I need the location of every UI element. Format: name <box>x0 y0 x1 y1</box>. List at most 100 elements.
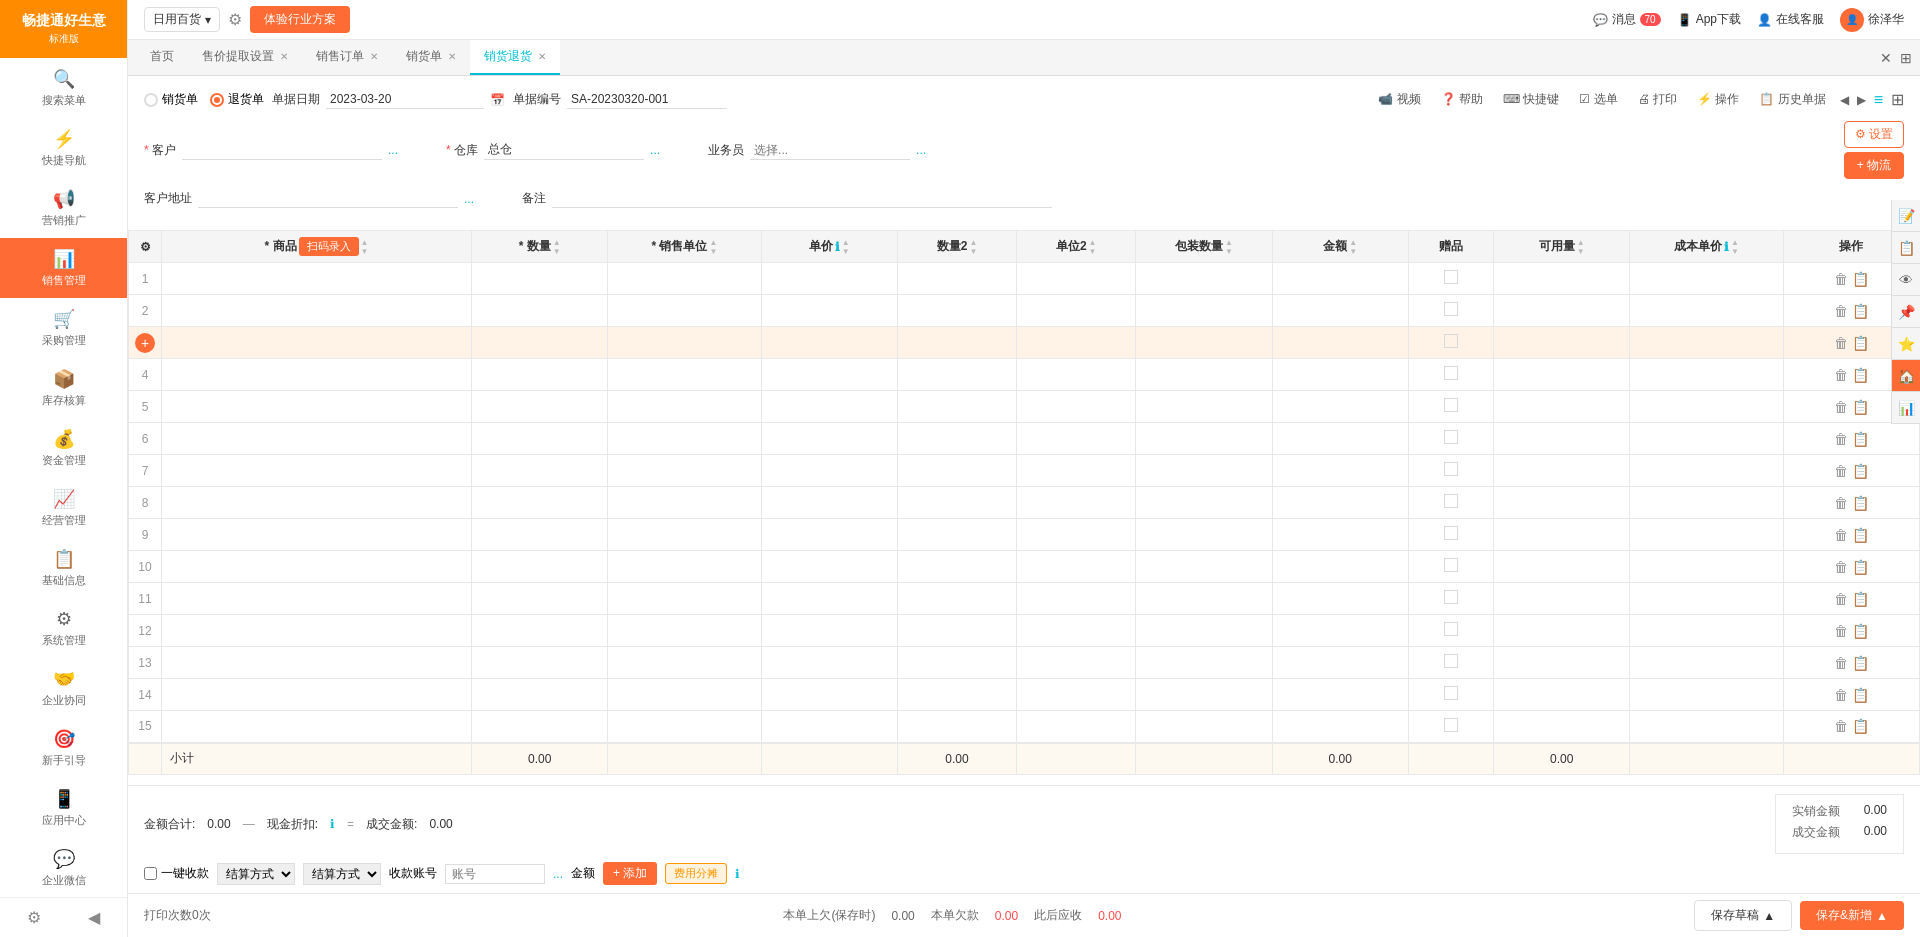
cell-quantity-9[interactable] <box>472 519 608 551</box>
cell-amount-14[interactable] <box>1272 679 1408 711</box>
sidebar-item-finance[interactable]: 💰资金管理 <box>0 418 127 478</box>
one-click-payment-checkbox[interactable] <box>144 867 157 880</box>
sidebar-collapse-icon[interactable]: ◀ <box>88 908 100 927</box>
cell-unit-price-14[interactable] <box>761 679 897 711</box>
cell-cost-price-14[interactable] <box>1630 679 1783 711</box>
cell-product[interactable] <box>162 519 472 551</box>
cell-sales-unit-1[interactable] <box>608 263 761 295</box>
cell-amount-13[interactable] <box>1272 647 1408 679</box>
cell-pack-qty-6[interactable] <box>1136 423 1272 455</box>
sidebar-item-shortcut[interactable]: ⚡快捷导航 <box>0 118 127 178</box>
cell-unit-price-7[interactable] <box>761 455 897 487</box>
cell-quantity-6[interactable] <box>472 423 608 455</box>
gift-checkbox-11[interactable] <box>1444 590 1458 604</box>
cell-unit2-12[interactable] <box>1017 615 1136 647</box>
cell-quantity-5[interactable] <box>472 391 608 423</box>
remarks-input[interactable] <box>552 189 1052 208</box>
cell-pack-qty-9[interactable] <box>1136 519 1272 551</box>
cell-cost-price-4[interactable] <box>1630 359 1783 391</box>
tab-price-settings[interactable]: 售价提取设置✕ <box>188 40 302 75</box>
tab-close-icon[interactable]: ✕ <box>1880 50 1892 66</box>
gift-checkbox-12[interactable] <box>1444 622 1458 636</box>
cell-unit2-9[interactable] <box>1017 519 1136 551</box>
cell-unit-price-8[interactable] <box>761 487 897 519</box>
cell-unit2-14[interactable] <box>1017 679 1136 711</box>
available-sort-icon[interactable]: ▲▼ <box>1577 238 1585 256</box>
cell-quantity-4[interactable] <box>472 359 608 391</box>
cell-amount-12[interactable] <box>1272 615 1408 647</box>
cell-unit-price-9[interactable] <box>761 519 897 551</box>
cell-product[interactable] <box>162 711 472 743</box>
cell-unit2-5[interactable] <box>1017 391 1136 423</box>
copy-icon-14[interactable]: 📋 <box>1852 687 1869 703</box>
cell-quantity2-4[interactable] <box>897 359 1016 391</box>
cell-quantity2-2[interactable] <box>897 295 1016 327</box>
fee-info-icon[interactable]: ℹ <box>735 867 740 881</box>
fr-btn-1[interactable]: 📝 <box>1892 200 1920 232</box>
delete-icon-3[interactable]: 🗑 <box>1834 335 1848 351</box>
industry-select[interactable]: 日用百货 ▾ <box>144 7 220 32</box>
delete-icon-1[interactable]: 🗑 <box>1834 271 1848 287</box>
cell-sales-unit-10[interactable] <box>608 551 761 583</box>
cell-available-14[interactable] <box>1494 679 1630 711</box>
copy-icon-2[interactable]: 📋 <box>1852 303 1869 319</box>
cell-unit2-8[interactable] <box>1017 487 1136 519</box>
quantity-sort-icon[interactable]: ▲▼ <box>553 238 561 256</box>
save-draft-btn[interactable]: 保存草稿 ▲ <box>1694 900 1792 931</box>
gift-checkbox-10[interactable] <box>1444 558 1458 572</box>
cell-unit-price-5[interactable] <box>761 391 897 423</box>
cell-cost-price-2[interactable] <box>1630 295 1783 327</box>
salesperson-select-icon[interactable]: ... <box>916 143 926 157</box>
copy-icon-1[interactable]: 📋 <box>1852 271 1869 287</box>
cell-sales-unit-13[interactable] <box>608 647 761 679</box>
next-record-icon[interactable]: ▶ <box>1857 93 1866 107</box>
copy-icon-9[interactable]: 📋 <box>1852 527 1869 543</box>
cell-amount-9[interactable] <box>1272 519 1408 551</box>
cell-amount-10[interactable] <box>1272 551 1408 583</box>
cell-product[interactable] <box>162 679 472 711</box>
pack-qty-sort-icon[interactable]: ▲▼ <box>1225 238 1233 256</box>
cell-sales-unit-5[interactable] <box>608 391 761 423</box>
cell-quantity2-9[interactable] <box>897 519 1016 551</box>
cell-product[interactable] <box>162 487 472 519</box>
cell-product[interactable] <box>162 423 472 455</box>
customer-select-icon[interactable]: ... <box>388 143 398 157</box>
logistics-btn[interactable]: + 物流 <box>1844 152 1904 179</box>
sidebar-item-guide[interactable]: 🎯新手引导 <box>0 718 127 778</box>
copy-icon-5[interactable]: 📋 <box>1852 399 1869 415</box>
app-download-btn[interactable]: 📱 App下载 <box>1677 11 1741 28</box>
address-input[interactable] <box>198 189 458 208</box>
settings-side-btn[interactable]: ⚙ 设置 <box>1844 121 1904 148</box>
tab-close-price-settings[interactable]: ✕ <box>280 51 288 62</box>
copy-icon-3[interactable]: 📋 <box>1852 335 1869 351</box>
radio-sales-return[interactable]: 退货单 <box>210 91 264 108</box>
cell-sales-unit-11[interactable] <box>608 583 761 615</box>
sidebar-item-appstore[interactable]: 📱应用中心 <box>0 778 127 838</box>
tab-layout-icon[interactable]: ⊞ <box>1900 50 1912 66</box>
fr-btn-6[interactable]: 🏠 <box>1892 360 1920 392</box>
operation-btn[interactable]: ⚡ 操作 <box>1691 88 1745 111</box>
cell-available-15[interactable] <box>1494 711 1630 743</box>
cell-available-5[interactable] <box>1494 391 1630 423</box>
cell-quantity2-15[interactable] <box>897 711 1016 743</box>
cell-pack-qty-14[interactable] <box>1136 679 1272 711</box>
copy-icon-6[interactable]: 📋 <box>1852 431 1869 447</box>
cell-quantity-14[interactable] <box>472 679 608 711</box>
cell-unit2-10[interactable] <box>1017 551 1136 583</box>
cell-unit2-1[interactable] <box>1017 263 1136 295</box>
gift-checkbox-5[interactable] <box>1444 398 1458 412</box>
copy-icon-7[interactable]: 📋 <box>1852 463 1869 479</box>
cell-pack-qty-10[interactable] <box>1136 551 1272 583</box>
cell-unit-price-6[interactable] <box>761 423 897 455</box>
cell-available-1[interactable] <box>1494 263 1630 295</box>
cell-pack-qty-5[interactable] <box>1136 391 1272 423</box>
cell-available-12[interactable] <box>1494 615 1630 647</box>
delete-icon-12[interactable]: 🗑 <box>1834 623 1848 639</box>
cell-quantity-2[interactable] <box>472 295 608 327</box>
sidebar-item-marketing[interactable]: 📢营销推广 <box>0 178 127 238</box>
sidebar-item-inventory[interactable]: 📦库存核算 <box>0 358 127 418</box>
copy-icon-11[interactable]: 📋 <box>1852 591 1869 607</box>
cell-available-7[interactable] <box>1494 455 1630 487</box>
cell-product[interactable] <box>162 647 472 679</box>
cell-sales-unit-3[interactable] <box>608 327 761 359</box>
